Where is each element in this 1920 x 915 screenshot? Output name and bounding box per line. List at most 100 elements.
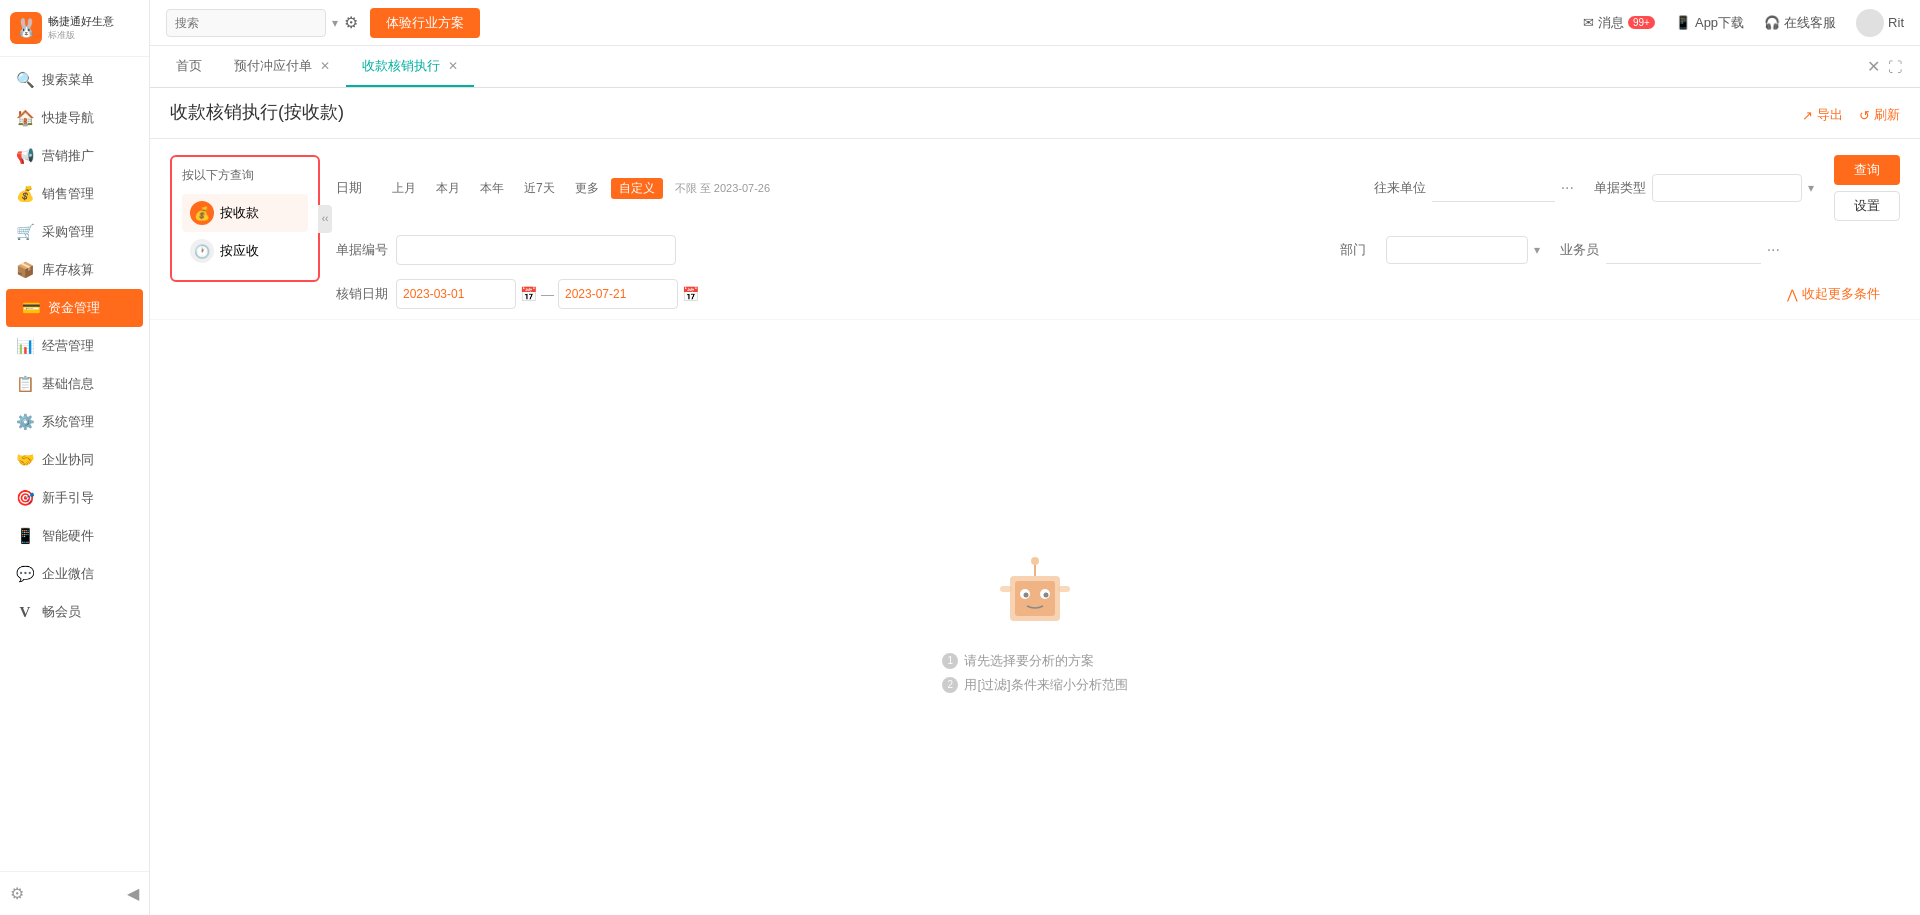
header-dropdown-icon[interactable]: ▾	[332, 16, 338, 30]
date-last-month[interactable]: 上月	[384, 178, 424, 199]
sidebar-item-wechat[interactable]: 💬 企业微信	[0, 555, 149, 593]
dept-chevron-icon[interactable]: ▾	[1534, 243, 1540, 257]
sidebar-item-marketing[interactable]: 📢 营销推广	[0, 137, 149, 175]
counterparty-label: 往来单位	[1374, 179, 1426, 197]
sidebar-bottom: ⚙ ◀	[0, 871, 149, 915]
sidebar-settings-icon[interactable]: ⚙	[10, 884, 24, 903]
svg-rect-6	[1000, 586, 1012, 592]
writeoff-date-range: 📅 — 📅	[396, 279, 699, 309]
wechat-icon: 💬	[16, 565, 34, 583]
export-icon: ↗	[1802, 108, 1813, 123]
query-button[interactable]: 查询	[1834, 155, 1900, 185]
date-hint: 不限 至 2023-07-26	[675, 181, 770, 196]
empty-hint-2: 用[过滤]条件来缩小分析范围	[942, 676, 1127, 694]
filter-panel-title: 按以下方查询	[182, 167, 308, 184]
main-container: ▾ ⚙ 体验行业方案 ✉ 消息 99+ 📱 App下载 🎧 在线客服 Rit	[150, 0, 1920, 915]
empty-hint-list: 请先选择要分析的方案 用[过滤]条件来缩小分析范围	[942, 652, 1127, 700]
doctype-chevron-icon[interactable]: ▾	[1808, 181, 1814, 195]
settings-button[interactable]: 设置	[1834, 191, 1900, 221]
sidebar-item-smart-hw[interactable]: 📱 智能硬件	[0, 517, 149, 555]
header-search-input[interactable]	[166, 9, 326, 37]
header-online-service[interactable]: 🎧 在线客服	[1764, 14, 1836, 32]
counterparty-dots-icon[interactable]: ···	[1561, 179, 1574, 197]
panel-collapse-btn[interactable]: ‹‹	[318, 205, 332, 233]
date-more[interactable]: 更多	[567, 178, 607, 199]
filter-date-field: 日期 上月 本月 本年 近7天 更多 自定义 不限 至 2023-07-26	[336, 178, 770, 199]
filter-option-by-receipt[interactable]: 💰 按收款	[182, 194, 308, 232]
system-icon: ⚙️	[16, 413, 34, 431]
writeoff-date-start-input[interactable]	[396, 279, 516, 309]
date-quick-options: 上月 本月 本年 近7天 更多 自定义	[384, 178, 663, 199]
date-last-7days[interactable]: 近7天	[516, 178, 563, 199]
header-gear-icon[interactable]: ⚙	[344, 13, 358, 32]
header-search-area: ▾ ⚙	[166, 9, 358, 37]
capital-icon: 💳	[22, 299, 40, 317]
logo-text: 畅捷通好生意 标准版	[48, 14, 114, 41]
filter-doctype-field: 单据类型 ▾	[1594, 174, 1814, 202]
sidebar-item-basic[interactable]: 📋 基础信息	[0, 365, 149, 403]
svg-point-5	[1044, 592, 1049, 597]
export-button[interactable]: ↗ 导出	[1802, 106, 1843, 124]
date-this-month[interactable]: 本月	[428, 178, 468, 199]
sidebar-item-ops[interactable]: 📊 经营管理	[0, 327, 149, 365]
header-user[interactable]: Rit	[1856, 9, 1904, 37]
refresh-button[interactable]: ↺ 刷新	[1859, 106, 1900, 124]
message-icon: ✉	[1583, 15, 1594, 30]
by-receivable-icon: 🕐	[190, 239, 214, 263]
filter-action-buttons: 查询 设置	[1834, 155, 1900, 221]
by-receipt-icon: 💰	[190, 201, 214, 225]
tab-close-window-icon[interactable]: ✕	[1867, 57, 1880, 76]
sidebar-item-system[interactable]: ⚙️ 系统管理	[0, 403, 149, 441]
tab-maximize-icon[interactable]: ⛶	[1888, 59, 1902, 75]
sidebar-item-capital[interactable]: 💳 资金管理	[6, 289, 143, 327]
page-header: 收款核销执行(按收款) ↗ 导出 ↺ 刷新	[150, 88, 1920, 139]
tab-collect-writeoff[interactable]: 收款核销执行 ✕	[346, 46, 474, 87]
writeoff-start-cal-icon[interactable]: 📅	[520, 286, 537, 302]
smart-hw-icon: 📱	[16, 527, 34, 545]
app-logo: 🐰 畅捷通好生意 标准版	[0, 0, 149, 57]
filter-docnumber-field: 单据编号	[336, 235, 676, 265]
sidebar-item-purchase[interactable]: 🛒 采购管理	[0, 213, 149, 251]
sidebar-item-guide[interactable]: 🎯 新手引导	[0, 479, 149, 517]
svg-rect-1	[1015, 581, 1055, 616]
header-actions: ✉ 消息 99+ 📱 App下载 🎧 在线客服 Rit	[1583, 9, 1904, 37]
tab-bar: 首页 预付冲应付单 ✕ 收款核销执行 ✕ ✕ ⛶	[150, 46, 1920, 88]
page-header-actions: ↗ 导出 ↺ 刷新	[1802, 100, 1900, 130]
more-conditions-button[interactable]: ⋀ 收起更多条件	[1767, 279, 1900, 309]
quick-nav-icon: 🏠	[16, 109, 34, 127]
top-header: ▾ ⚙ 体验行业方案 ✉ 消息 99+ 📱 App下载 🎧 在线客服 Rit	[150, 0, 1920, 46]
sidebar-item-search-menu[interactable]: 🔍 搜索菜单	[0, 61, 149, 99]
tab-collect-close-icon[interactable]: ✕	[448, 59, 458, 73]
writeoff-date-end-input[interactable]	[558, 279, 678, 309]
date-custom[interactable]: 自定义	[611, 178, 663, 199]
header-app-download[interactable]: 📱 App下载	[1675, 14, 1744, 32]
docnumber-input[interactable]	[396, 235, 676, 265]
sidebar-item-sales[interactable]: 💰 销售管理	[0, 175, 149, 213]
sidebar-item-quick-nav[interactable]: 🏠 快捷导航	[0, 99, 149, 137]
salesperson-dots-icon[interactable]: ···	[1767, 241, 1780, 259]
tab-home[interactable]: 首页	[160, 46, 218, 87]
header-message[interactable]: ✉ 消息 99+	[1583, 14, 1655, 32]
filter-right: 日期 上月 本月 本年 近7天 更多 自定义 不限 至 2023-07-26	[336, 155, 1900, 309]
date-this-year[interactable]: 本年	[472, 178, 512, 199]
filter-dept-field: 部门 ▾	[1340, 236, 1540, 264]
headset-icon: 🎧	[1764, 15, 1780, 30]
inventory-icon: 📦	[16, 261, 34, 279]
user-avatar	[1856, 9, 1884, 37]
search-menu-icon: 🔍	[16, 71, 34, 89]
doctype-label: 单据类型	[1594, 179, 1646, 197]
solution-button[interactable]: 体验行业方案	[370, 8, 480, 38]
refresh-icon: ↺	[1859, 108, 1870, 123]
filter-left-panel: 按以下方查询 💰 按收款 🕐 按应收 ‹‹	[170, 155, 320, 282]
filter-option-by-receivable[interactable]: 🕐 按应收	[182, 232, 308, 270]
sidebar-item-enterprise[interactable]: 🤝 企业协同	[0, 441, 149, 479]
tab-prepay-conflict[interactable]: 预付冲应付单 ✕	[218, 46, 346, 87]
basic-icon: 📋	[16, 375, 34, 393]
sidebar-item-inventory[interactable]: 📦 库存核算	[0, 251, 149, 289]
filter-counterparty-field: 往来单位 ···	[1374, 174, 1574, 202]
writeoff-end-cal-icon[interactable]: 📅	[682, 286, 699, 302]
ops-icon: 📊	[16, 337, 34, 355]
sidebar-collapse-icon[interactable]: ◀	[127, 884, 139, 903]
tab-prepay-close-icon[interactable]: ✕	[320, 59, 330, 73]
sidebar-item-vip[interactable]: V 畅会员	[0, 593, 149, 631]
